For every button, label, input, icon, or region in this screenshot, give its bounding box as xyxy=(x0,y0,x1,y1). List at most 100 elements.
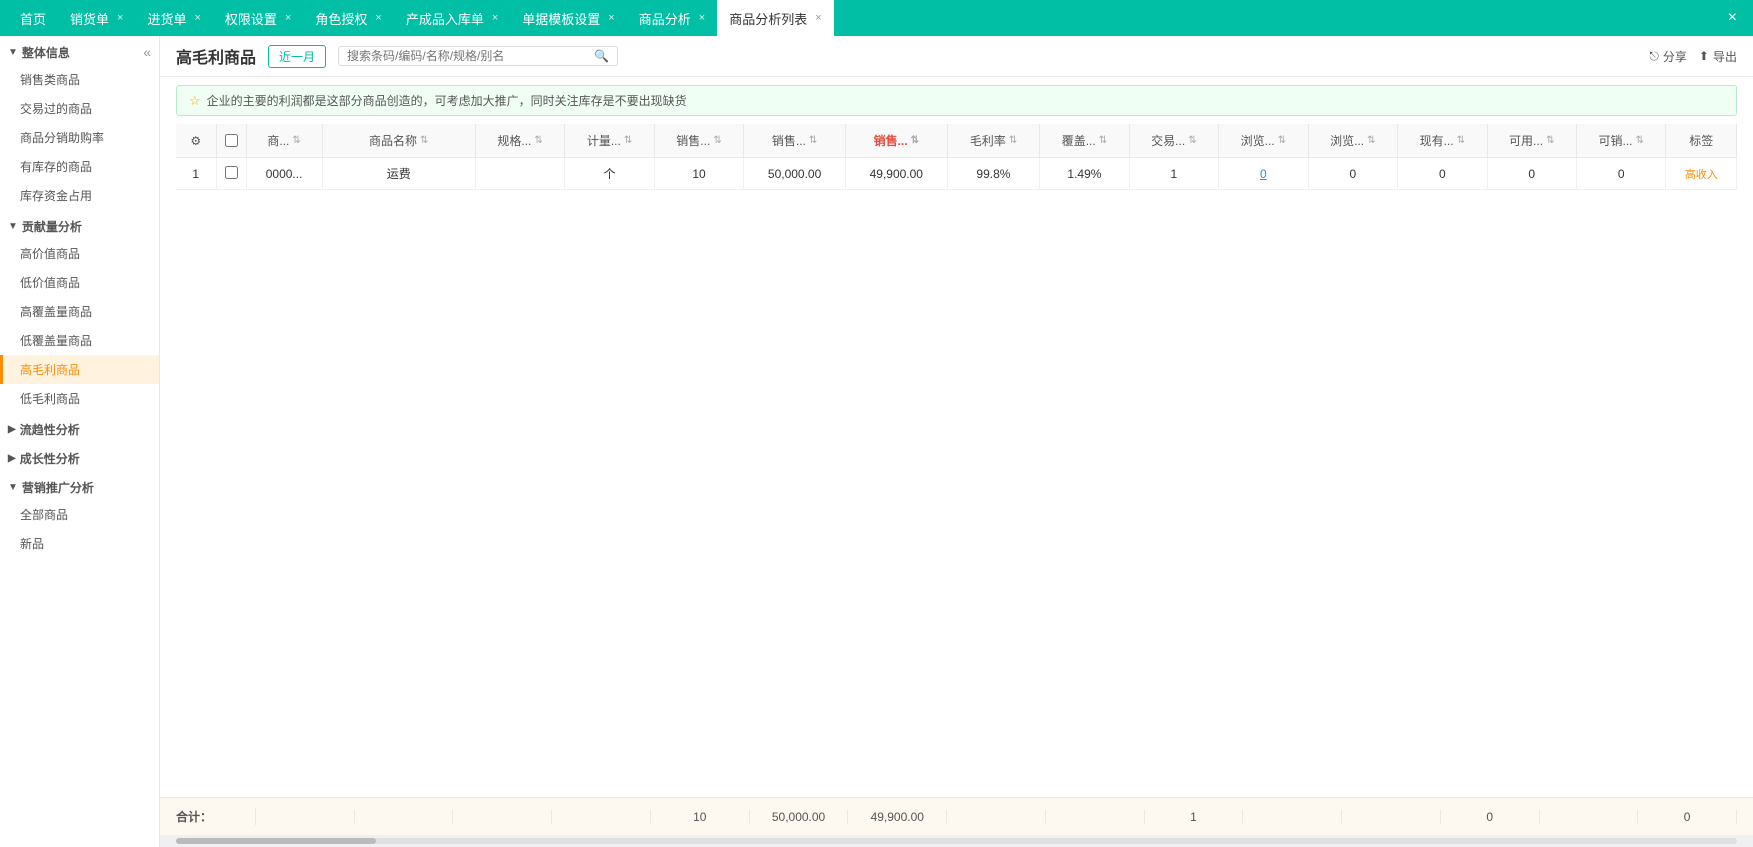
sort-icon-gross-margin[interactable]: ⇅ xyxy=(1009,135,1017,146)
arrow-icon-marketing: ▼ xyxy=(8,482,18,493)
scrollbar-track[interactable] xyxy=(176,838,1737,844)
sort-icon-stock-available[interactable]: ⇅ xyxy=(1546,135,1554,146)
export-button[interactable]: ⬆ 导出 xyxy=(1699,48,1737,65)
sidebar-item-new-goods[interactable]: 新品 xyxy=(0,529,159,558)
th-spec: 规格... ⇅ xyxy=(475,124,564,158)
row-checkbox[interactable] xyxy=(225,166,238,179)
sidebar-item-low-margin[interactable]: 低毛利商品 xyxy=(0,384,159,413)
sidebar-group-growth[interactable]: ▶ 成长性分析 xyxy=(0,442,159,471)
nav-item-purchase[interactable]: 进货单 × xyxy=(135,0,212,36)
sidebar-item-traded-goods[interactable]: 交易过的商品 xyxy=(0,94,159,123)
nav-item-analysis-list[interactable]: 商品分析列表 × xyxy=(717,0,833,36)
sort-icon-sales-profit[interactable]: ⇅ xyxy=(911,135,919,146)
cell-views1[interactable]: 0 xyxy=(1219,158,1308,190)
sort-icon-unit[interactable]: ⇅ xyxy=(624,135,632,146)
sort-icon-stock-sellable[interactable]: ⇅ xyxy=(1636,135,1644,146)
sidebar-item-in-stock-goods[interactable]: 有库存的商品 xyxy=(0,152,159,181)
footer-cell-sales-qty: 10 xyxy=(651,810,750,824)
sidebar-group-overall[interactable]: ▼ 整体信息 xyxy=(0,36,159,65)
th-sales-qty: 销售... ⇅ xyxy=(654,124,743,158)
select-all-checkbox[interactable] xyxy=(225,134,238,147)
sort-icon-views1[interactable]: ⇅ xyxy=(1278,135,1286,146)
nav-item-template[interactable]: 单据模板设置 × xyxy=(510,0,626,36)
search-icon[interactable]: 🔍 xyxy=(594,49,609,63)
th-stock-current: 现有... ⇅ xyxy=(1398,124,1487,158)
sidebar-collapse-button[interactable]: « xyxy=(143,44,151,60)
content-area: 高毛利商品 近一月 🔍 ⎋ 分享 ⬆ 导出 ☆ 企业的主要的利润都是这部分商品创… xyxy=(160,36,1753,847)
nav-close-inbound[interactable]: × xyxy=(492,12,498,24)
nav-close-role[interactable]: × xyxy=(375,12,381,24)
share-button[interactable]: ⎋ 分享 xyxy=(1649,48,1687,65)
th-views2: 浏览... ⇅ xyxy=(1308,124,1397,158)
page-title: 高毛利商品 xyxy=(176,44,256,68)
horizontal-scrollbar[interactable] xyxy=(160,835,1753,847)
footer-cell-empty2 xyxy=(355,810,454,824)
nav-item-role[interactable]: 角色授权 × xyxy=(303,0,393,36)
sidebar-group-trend[interactable]: ▶ 流趋性分析 xyxy=(0,413,159,442)
th-sales-profit: 销售... ⇅ xyxy=(845,124,947,158)
th-name: 商品名称 ⇅ xyxy=(322,124,475,158)
info-banner: ☆ 企业的主要的利润都是这部分商品创造的，可考虑加大推广，同时关注库存是不要出现… xyxy=(176,85,1737,116)
sort-icon-views2[interactable]: ⇅ xyxy=(1367,135,1375,146)
sort-icon-sales-qty[interactable]: ⇅ xyxy=(713,135,721,146)
sort-icon-spec[interactable]: ⇅ xyxy=(534,135,542,146)
nav-close-permission[interactable]: × xyxy=(285,12,291,24)
nav-item-inbound[interactable]: 产成品入库单 × xyxy=(394,0,510,36)
footer-cell-empty4 xyxy=(552,810,651,824)
sort-icon-coverage[interactable]: ⇅ xyxy=(1099,135,1107,146)
sort-icon-name[interactable]: ⇅ xyxy=(420,135,428,146)
nav-close-sales[interactable]: × xyxy=(117,12,123,24)
footer-cell-transactions: 1 xyxy=(1145,810,1244,824)
cell-unit: 个 xyxy=(565,158,654,190)
nav-close-purchase[interactable]: × xyxy=(194,12,200,24)
sort-icon-transactions[interactable]: ⇅ xyxy=(1188,135,1196,146)
sort-icon-stock-current[interactable]: ⇅ xyxy=(1457,135,1465,146)
cell-transactions: 1 xyxy=(1129,158,1218,190)
cell-stock-sellable: 0 xyxy=(1576,158,1665,190)
sidebar-group-contribution[interactable]: ▼ 贡献量分析 xyxy=(0,210,159,239)
nav-item-analysis[interactable]: 商品分析 × xyxy=(627,0,717,36)
cell-checkbox[interactable] xyxy=(216,158,246,190)
sidebar-item-stock-capital[interactable]: 库存资金占用 xyxy=(0,181,159,210)
cell-views2: 0 xyxy=(1308,158,1397,190)
sidebar-item-high-margin[interactable]: 高毛利商品 xyxy=(0,355,159,384)
sidebar-item-all-goods[interactable]: 全部商品 xyxy=(0,500,159,529)
sidebar-item-high-coverage[interactable]: 高覆盖量商品 xyxy=(0,297,159,326)
search-box[interactable]: 🔍 xyxy=(338,46,618,66)
sort-icon-sales-amount[interactable]: ⇅ xyxy=(809,135,817,146)
sidebar-item-high-value[interactable]: 高价值商品 xyxy=(0,239,159,268)
sidebar-item-sales-goods[interactable]: 销售类商品 xyxy=(0,65,159,94)
nav-item-home[interactable]: 首页 xyxy=(8,0,58,36)
sort-icon-code[interactable]: ⇅ xyxy=(292,135,300,146)
filter-recent-month-button[interactable]: 近一月 xyxy=(268,45,326,68)
cell-sales-profit: 49,900.00 xyxy=(845,158,947,190)
sidebar-item-low-coverage[interactable]: 低覆盖量商品 xyxy=(0,326,159,355)
nav-close-analysis-list[interactable]: × xyxy=(815,12,821,24)
sidebar-item-distribution-rate[interactable]: 商品分销助购率 xyxy=(0,123,159,152)
th-code: 商... ⇅ xyxy=(246,124,322,158)
views1-link[interactable]: 0 xyxy=(1260,167,1267,181)
sidebar-group-marketing[interactable]: ▼ 营销推广分析 xyxy=(0,471,159,500)
cell-coverage: 1.49% xyxy=(1040,158,1129,190)
search-input[interactable] xyxy=(347,49,590,63)
th-views1: 浏览... ⇅ xyxy=(1219,124,1308,158)
nav-item-permission[interactable]: 权限设置 × xyxy=(213,0,303,36)
cell-seq: 1 xyxy=(176,158,216,190)
nav-close-template[interactable]: × xyxy=(608,12,614,24)
sidebar-item-low-value[interactable]: 低价值商品 xyxy=(0,268,159,297)
nav-item-sales[interactable]: 销货单 × xyxy=(58,0,135,36)
footer-cell-sales-profit: 49,900.00 xyxy=(848,810,947,824)
table-container[interactable]: ⚙ 商... ⇅ 商品名称 xyxy=(160,124,1753,797)
th-checkbox[interactable] xyxy=(216,124,246,158)
cell-sales-amount: 50,000.00 xyxy=(744,158,846,190)
footer-cell-stock-sellable: 0 xyxy=(1638,810,1737,824)
th-settings[interactable]: ⚙ xyxy=(176,124,216,158)
th-transactions: 交易... ⇅ xyxy=(1129,124,1218,158)
settings-icon[interactable]: ⚙ xyxy=(190,134,201,148)
nav-close-analysis[interactable]: × xyxy=(699,12,705,24)
footer-cell-empty7 xyxy=(1243,810,1342,824)
scrollbar-thumb[interactable] xyxy=(176,838,376,844)
th-stock-sellable: 可销... ⇅ xyxy=(1576,124,1665,158)
th-stock-available: 可用... ⇅ xyxy=(1487,124,1576,158)
window-close-icon[interactable]: × xyxy=(1720,9,1745,27)
